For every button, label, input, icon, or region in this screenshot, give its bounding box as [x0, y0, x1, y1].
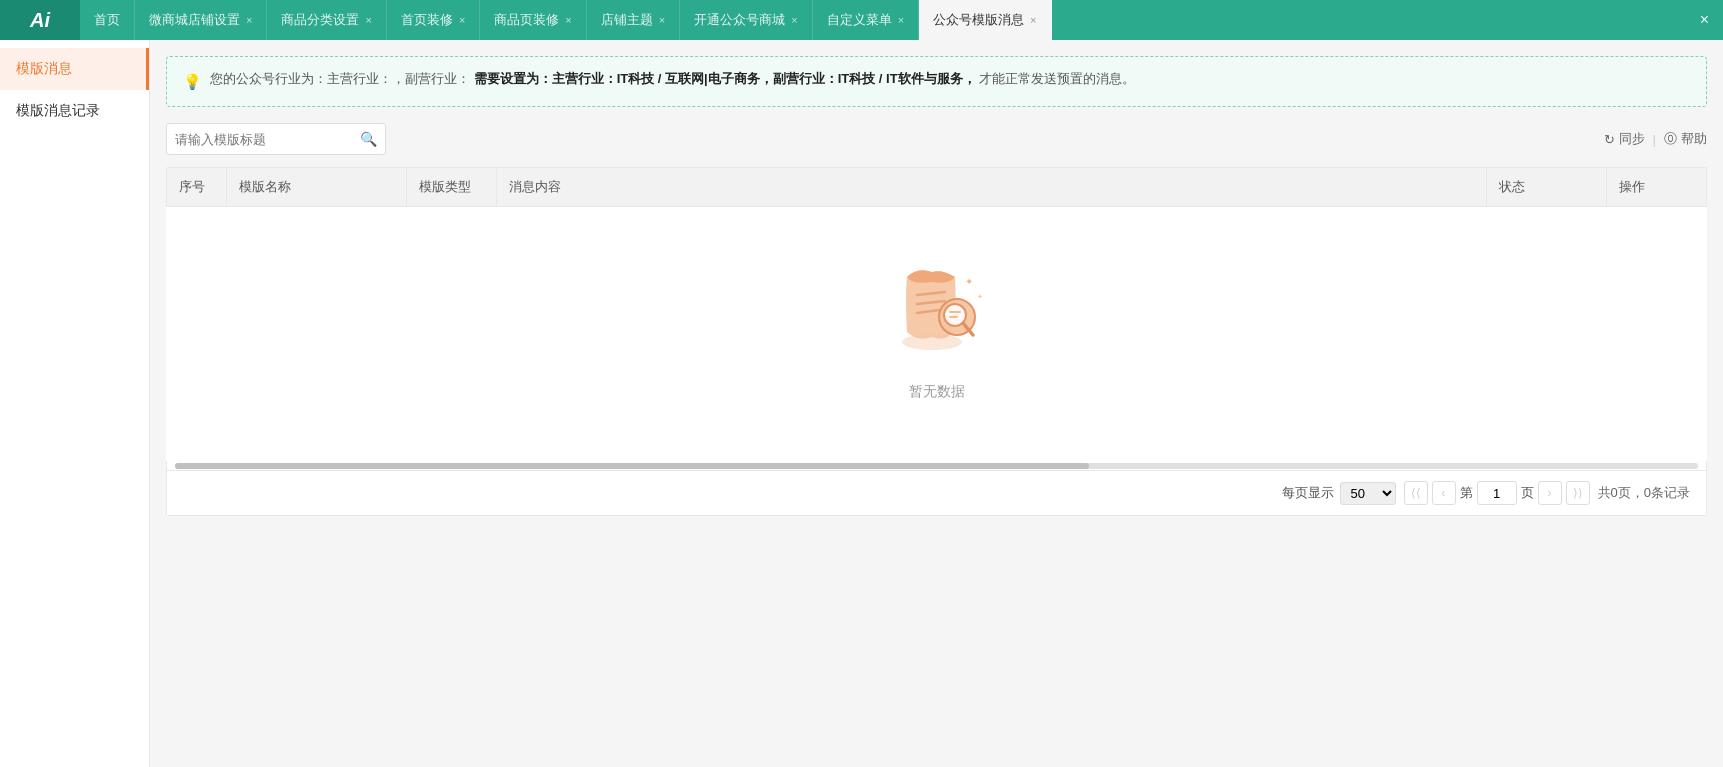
sync-button[interactable]: ↻ 同步: [1604, 130, 1645, 148]
page-size-dropdown[interactable]: 102050100: [1340, 482, 1396, 505]
col-header-action: 操作: [1607, 168, 1707, 207]
tab-label: 首页装修: [401, 11, 453, 29]
tab-close-mall[interactable]: ×: [791, 14, 797, 26]
divider: |: [1653, 132, 1656, 147]
svg-text:✦: ✦: [977, 293, 983, 300]
tab-label: 商品分类设置: [281, 11, 359, 29]
page-di-label: 第: [1460, 484, 1473, 502]
tab-template[interactable]: 公众号模版消息 ×: [919, 0, 1051, 40]
page-size-select: 每页显示 102050100: [1282, 482, 1396, 505]
tab-label: 商品页装修: [494, 11, 559, 29]
toolbar: 🔍 ↻ 同步 | ⓪ 帮助: [166, 123, 1707, 155]
next-page-button[interactable]: ›: [1538, 481, 1562, 505]
scroll-bar-track[interactable]: [175, 463, 1698, 469]
col-header-name: 模版名称: [227, 168, 407, 207]
tab-close-theme[interactable]: ×: [659, 14, 665, 26]
logo: Ai: [0, 0, 80, 40]
page-nav: ⟨⟨ ‹ 第 页 › ⟩⟩: [1404, 481, 1590, 505]
tab-close-wshop[interactable]: ×: [246, 14, 252, 26]
tab-bar: 首页微商城店铺设置×商品分类设置×首页装修×商品页装修×店铺主题×开通公众号商城…: [80, 0, 1686, 40]
scroll-bar-thumb[interactable]: [175, 463, 1089, 469]
col-header-index: 序号: [167, 168, 227, 207]
tab-close-category[interactable]: ×: [365, 14, 371, 26]
sidebar-item-template-msg[interactable]: 模版消息: [0, 48, 149, 90]
empty-state: ✦ ✦ 暂无数据: [166, 207, 1707, 461]
last-page-button[interactable]: ⟩⟩: [1566, 481, 1590, 505]
help-button[interactable]: ⓪ 帮助: [1664, 130, 1707, 148]
notice-text: 您的公众号行业为：主营行业：，副营行业： 需要设置为：主营行业：IT科技 / 互…: [210, 69, 1135, 90]
prev-page-button[interactable]: ‹: [1432, 481, 1456, 505]
tab-mall[interactable]: 开通公众号商城 ×: [680, 0, 812, 40]
tab-product[interactable]: 商品页装修 ×: [480, 0, 586, 40]
tab-label: 微商城店铺设置: [149, 11, 240, 29]
sidebar-item-template-record[interactable]: 模版消息记录: [0, 90, 149, 132]
table-wrapper: 序号模版名称模版类型消息内容状态操作: [166, 167, 1707, 516]
tab-label: 自定义菜单: [827, 11, 892, 29]
page-size-label: 每页显示: [1282, 484, 1334, 502]
bulb-icon: 💡: [183, 70, 202, 94]
total-info: 共0页，0条记录: [1598, 484, 1690, 502]
svg-text:✦: ✦: [965, 276, 973, 287]
empty-illustration: ✦ ✦: [877, 247, 997, 367]
tab-label: 开通公众号商城: [694, 11, 785, 29]
first-page-button[interactable]: ⟨⟨: [1404, 481, 1428, 505]
col-header-content: 消息内容: [497, 168, 1487, 207]
table-header: 序号模版名称模版类型消息内容状态操作: [167, 168, 1707, 207]
tab-menu[interactable]: 自定义菜单 ×: [813, 0, 919, 40]
main-layout: 模版消息模版消息记录 💡 您的公众号行业为：主营行业：，副营行业： 需要设置为：…: [0, 40, 1723, 767]
tab-label: 首页: [94, 11, 120, 29]
tab-close-template[interactable]: ×: [1030, 14, 1036, 26]
tab-home[interactable]: 首页: [80, 0, 135, 40]
refresh-icon: ↻: [1604, 132, 1615, 147]
tab-close-homepage[interactable]: ×: [459, 14, 465, 26]
help-icon: ⓪: [1664, 130, 1677, 148]
tab-category[interactable]: 商品分类设置 ×: [267, 0, 386, 40]
global-close-button[interactable]: ×: [1686, 0, 1723, 40]
data-table: 序号模版名称模版类型消息内容状态操作: [166, 167, 1707, 207]
tab-homepage[interactable]: 首页装修 ×: [387, 0, 480, 40]
tab-close-menu[interactable]: ×: [898, 14, 904, 26]
scroll-bar-area[interactable]: [166, 461, 1707, 471]
sidebar: 模版消息模版消息记录: [0, 40, 150, 767]
content-area: 💡 您的公众号行业为：主营行业：，副营行业： 需要设置为：主营行业：IT科技 /…: [150, 40, 1723, 767]
top-nav: Ai 首页微商城店铺设置×商品分类设置×首页装修×商品页装修×店铺主题×开通公众…: [0, 0, 1723, 40]
tab-theme[interactable]: 店铺主题 ×: [587, 0, 680, 40]
tab-label: 店铺主题: [601, 11, 653, 29]
notice-box: 💡 您的公众号行业为：主营行业：，副营行业： 需要设置为：主营行业：IT科技 /…: [166, 56, 1707, 107]
pagination: 每页显示 102050100 ⟨⟨ ‹ 第 页 › ⟩⟩ 共0页，0条记录: [166, 471, 1707, 516]
page-number-input[interactable]: [1477, 481, 1517, 505]
col-header-type: 模版类型: [407, 168, 497, 207]
tab-label: 公众号模版消息: [933, 11, 1024, 29]
page-label: 页: [1521, 484, 1534, 502]
tab-wshop[interactable]: 微商城店铺设置 ×: [135, 0, 267, 40]
toolbar-right: ↻ 同步 | ⓪ 帮助: [1604, 130, 1707, 148]
col-header-status: 状态: [1487, 168, 1607, 207]
search-input[interactable]: [175, 132, 360, 147]
search-icon[interactable]: 🔍: [360, 131, 377, 147]
tab-close-product[interactable]: ×: [565, 14, 571, 26]
empty-text: 暂无数据: [909, 383, 965, 401]
search-box[interactable]: 🔍: [166, 123, 386, 155]
